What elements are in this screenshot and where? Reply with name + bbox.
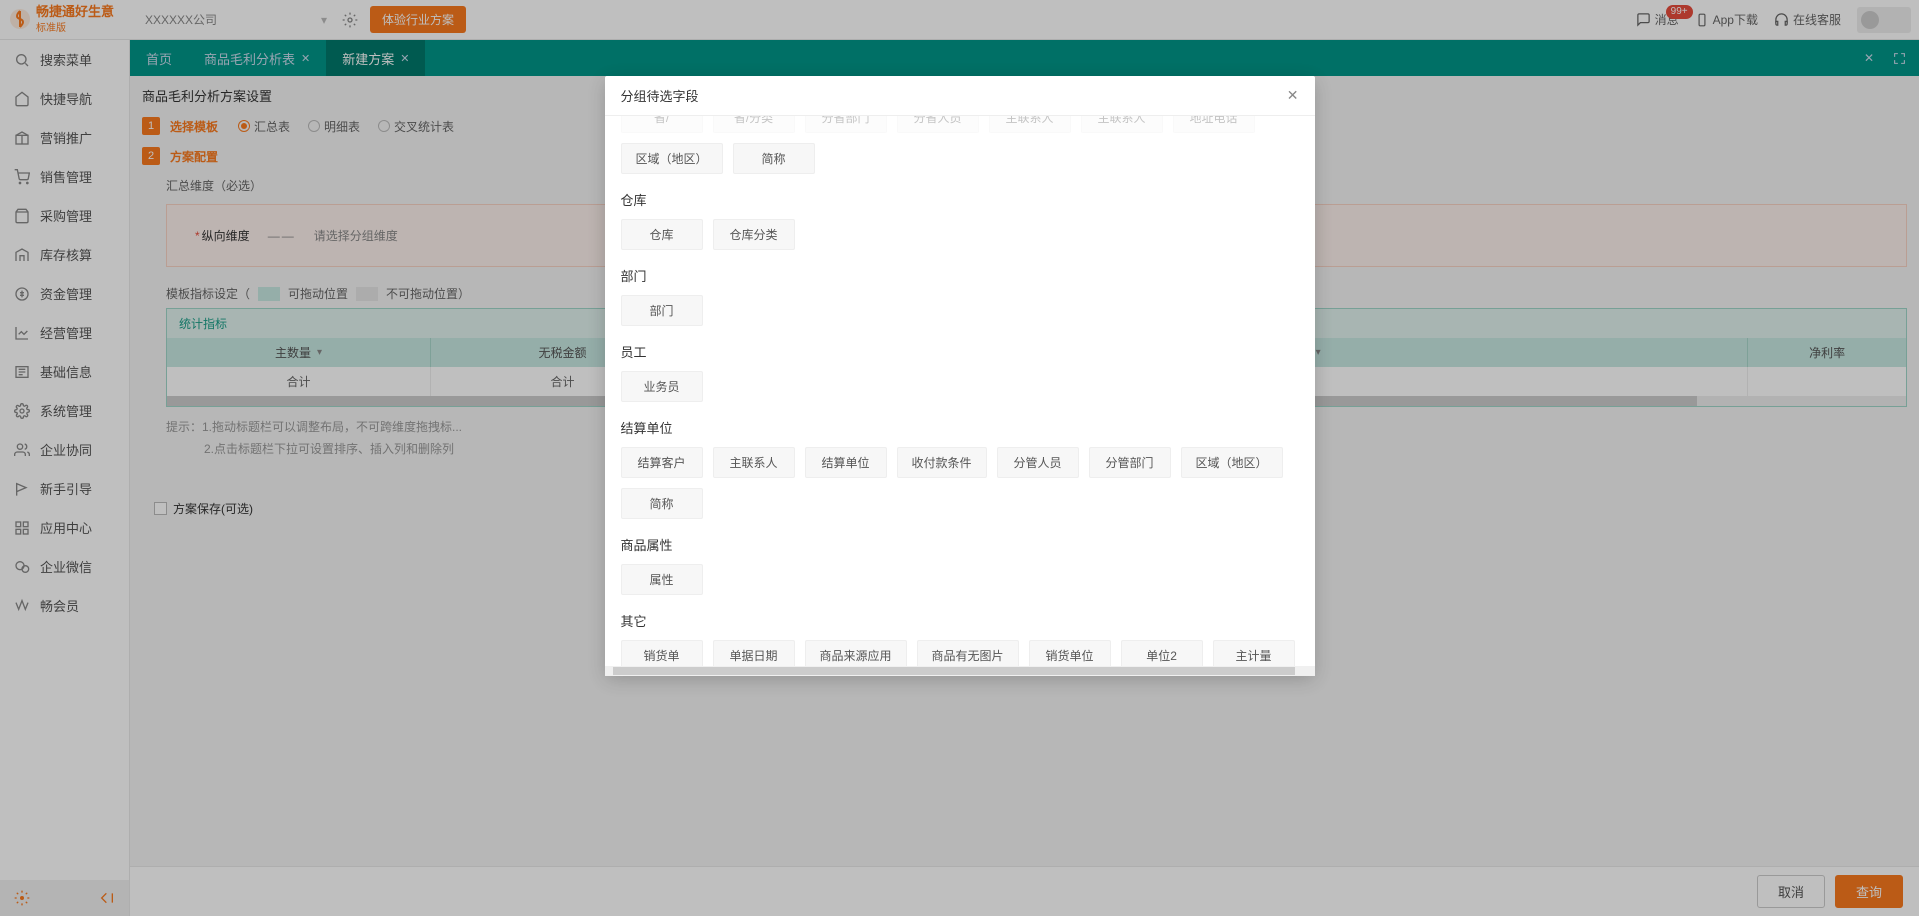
- field-chip[interactable]: 单据日期: [713, 640, 795, 666]
- field-group-title: 其它: [621, 611, 1299, 630]
- field-group-title: 部门: [621, 266, 1299, 285]
- field-chip[interactable]: 部门: [621, 295, 703, 326]
- close-icon[interactable]: ✕: [1287, 87, 1299, 104]
- field-chip[interactable]: 业务员: [621, 371, 703, 402]
- field-chip[interactable]: 结算客户: [621, 447, 703, 478]
- field-chip[interactable]: 主联系人: [989, 116, 1071, 133]
- field-chip[interactable]: 分省人员: [897, 116, 979, 133]
- field-chip[interactable]: 主联系人: [1081, 116, 1163, 133]
- field-chip[interactable]: 销货单位: [1029, 640, 1111, 666]
- modal-title: 分组待选字段: [621, 86, 699, 105]
- field-chip[interactable]: 商品来源应用: [805, 640, 907, 666]
- field-chip[interactable]: 收付款条件: [897, 447, 987, 478]
- field-select-modal: 分组待选字段 ✕ 省/ 省/分类 分省部门 分省人员 主联系人 主联系人 地址电…: [605, 76, 1315, 676]
- field-chip[interactable]: 区域（地区）: [621, 143, 723, 174]
- chip-row: 属性: [621, 564, 1299, 595]
- field-chip[interactable]: 属性: [621, 564, 703, 595]
- chip-row: 区域（地区） 简称: [621, 143, 1299, 174]
- field-chip[interactable]: 省/分类: [713, 116, 795, 133]
- chip-row: 业务员: [621, 371, 1299, 402]
- field-chip[interactable]: 仓库分类: [713, 219, 795, 250]
- field-chip[interactable]: 区域（地区）: [1181, 447, 1283, 478]
- field-chip[interactable]: 简称: [733, 143, 815, 174]
- field-chip[interactable]: 分管人员: [997, 447, 1079, 478]
- field-chip[interactable]: 销货单: [621, 640, 703, 666]
- field-chip[interactable]: 仓库: [621, 219, 703, 250]
- modal-header: 分组待选字段 ✕: [605, 76, 1315, 116]
- field-group-title: 员工: [621, 342, 1299, 361]
- modal-horizontal-scrollbar[interactable]: [605, 666, 1315, 676]
- modal-body: 省/ 省/分类 分省部门 分省人员 主联系人 主联系人 地址电话 区域（地区） …: [605, 116, 1315, 666]
- field-chip[interactable]: 主计量: [1213, 640, 1295, 666]
- field-chip[interactable]: 分管部门: [1089, 447, 1171, 478]
- partial-chip-row: 省/ 省/分类 分省部门 分省人员 主联系人 主联系人 地址电话: [621, 116, 1299, 133]
- chip-row: 仓库仓库分类: [621, 219, 1299, 250]
- chip-row: 部门: [621, 295, 1299, 326]
- field-group-title: 仓库: [621, 190, 1299, 209]
- field-chip[interactable]: 单位2: [1121, 640, 1203, 666]
- field-group-title: 商品属性: [621, 535, 1299, 554]
- field-chip[interactable]: 地址电话: [1173, 116, 1255, 133]
- field-group-title: 结算单位: [621, 418, 1299, 437]
- chip-row: 销货单单据日期商品来源应用商品有无图片销货单位单位2主计量制单人审核人出库人预计…: [621, 640, 1299, 666]
- field-chip[interactable]: 主联系人: [713, 447, 795, 478]
- field-chip[interactable]: 商品有无图片: [917, 640, 1019, 666]
- field-chip[interactable]: 结算单位: [805, 447, 887, 478]
- field-chip[interactable]: 省/: [621, 116, 703, 133]
- field-chip[interactable]: 简称: [621, 488, 703, 519]
- field-chip[interactable]: 分省部门: [805, 116, 887, 133]
- chip-row: 结算客户主联系人结算单位收付款条件分管人员分管部门区域（地区） 简称: [621, 447, 1299, 519]
